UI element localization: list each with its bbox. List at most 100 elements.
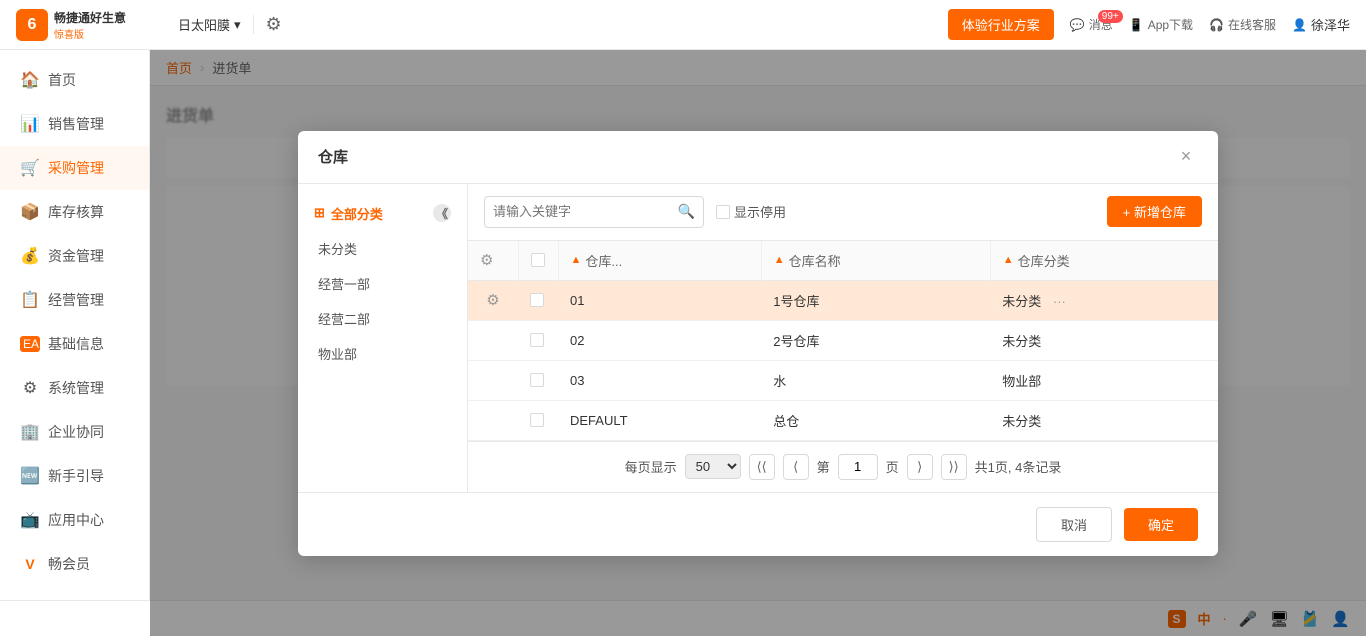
search-input-wrap: 🔍 (484, 196, 704, 228)
th-code: ▲ 仓库... (558, 241, 761, 281)
store-selector[interactable]: 日太阳膜 ▾ (166, 15, 254, 34)
data-table: ⚙ ▲ 仓库... (468, 241, 1218, 441)
finance-icon: 💰 (20, 246, 40, 266)
app-center-icon: 📺 (20, 510, 40, 530)
row-checkbox-4 (518, 400, 558, 440)
select-all-checkbox[interactable] (531, 253, 545, 267)
th-name: ▲ 仓库名称 (761, 241, 990, 281)
table-head: ⚙ ▲ 仓库... (468, 241, 1218, 281)
search-icon[interactable]: 🔍 (678, 203, 695, 220)
confirm-button[interactable]: 确定 (1124, 508, 1198, 541)
app-download-btn[interactable]: 📱 App下载 (1129, 16, 1193, 33)
sidebar-item-member[interactable]: V 畅会员 (0, 542, 149, 586)
category-item-uncategorized[interactable]: 未分类 (298, 231, 467, 266)
sidebar-item-finance[interactable]: 💰 资金管理 (0, 234, 149, 278)
purchase-icon: 🛒 (20, 158, 40, 178)
logo-icon: 6 (16, 9, 48, 41)
sidebar: 🏠 首页 📊 销售管理 🛒 采购管理 📦 库存核算 💰 资金管理 📋 经营管理 … (0, 50, 150, 636)
sidebar-item-guide[interactable]: 🆕 新手引导 (0, 454, 149, 498)
system-icon: ⚙ (20, 378, 40, 398)
enterprise-icon: 🏢 (20, 422, 40, 442)
customer-service-btn[interactable]: 🎧 在线客服 (1209, 16, 1276, 33)
table-panel: 🔍 显示停用 + 新增仓库 (468, 184, 1218, 492)
table-row[interactable]: ⚙ 01 1号仓库 未分类 ··· (468, 280, 1218, 320)
modal-close-button[interactable]: × (1174, 145, 1198, 169)
logo-area: 6 畅捷通好生意 惊喜版 (16, 9, 166, 41)
row-category-2: 未分类 (990, 320, 1218, 360)
table-body: ⚙ 01 1号仓库 未分类 ··· (468, 280, 1218, 440)
table-toolbar: 🔍 显示停用 + 新增仓库 (468, 184, 1218, 241)
per-page-select[interactable]: 50 100 200 (685, 454, 741, 479)
operations-icon: 📋 (20, 290, 40, 310)
prev-page-button[interactable]: ⟨ (783, 454, 809, 480)
cancel-button[interactable]: 取消 (1036, 507, 1112, 542)
sidebar-item-enterprise[interactable]: 🏢 企业协同 (0, 410, 149, 454)
modal-header: 仓库 × (298, 131, 1218, 184)
inventory-icon: 📦 (20, 202, 40, 222)
sidebar-item-home[interactable]: 🏠 首页 (0, 58, 149, 102)
header-icon-group: 💬 消息 99+ 📱 App下载 🎧 在线客服 👤 徐泽华 (1070, 15, 1350, 34)
main-layout: 🏠 首页 📊 销售管理 🛒 采购管理 📦 库存核算 💰 资金管理 📋 经营管理 … (0, 50, 1366, 636)
next-page-button[interactable]: ⟩ (907, 454, 933, 480)
sidebar-item-basic-info[interactable]: EA 基础信息 (0, 322, 149, 366)
row-checkbox-3 (518, 360, 558, 400)
show-disabled-checkbox[interactable] (716, 205, 730, 219)
sidebar-item-app-center[interactable]: 📺 应用中心 (0, 498, 149, 542)
row-code-3: 03 (558, 360, 761, 400)
row-name-2: 2号仓库 (761, 320, 990, 360)
modal-overlay: 仓库 × ⊞ 全部分类 《 未分类 (150, 50, 1366, 636)
th-settings: ⚙ (468, 241, 518, 281)
logo-text: 畅捷通好生意 惊喜版 (54, 9, 126, 41)
first-page-button[interactable]: ⟨⟨ (749, 454, 775, 480)
guide-icon: 🆕 (20, 466, 40, 486)
table-row[interactable]: DEFAULT 总仓 未分类 (468, 400, 1218, 440)
home-icon: 🏠 (20, 70, 40, 90)
user-avatar[interactable]: 👤 徐泽华 (1292, 15, 1350, 34)
member-icon: V (20, 556, 40, 572)
collapse-button[interactable]: 《 (433, 204, 451, 222)
page-number-input[interactable] (838, 454, 878, 480)
category-item-ops2[interactable]: 经营二部 (298, 301, 467, 336)
row-code-2: 02 (558, 320, 761, 360)
row-code-1: 01 (558, 280, 761, 320)
basic-info-icon: EA (20, 336, 40, 352)
top-header: 6 畅捷通好生意 惊喜版 日太阳膜 ▾ ⚙ 体验行业方案 💬 消息 99+ 📱 … (0, 0, 1366, 50)
category-item-property[interactable]: 物业部 (298, 336, 467, 371)
sales-icon: 📊 (20, 114, 40, 134)
modal-body: ⊞ 全部分类 《 未分类 经营一部 经营二部 (298, 184, 1218, 492)
category-item-ops1[interactable]: 经营一部 (298, 266, 467, 301)
row-name-1: 1号仓库 (761, 280, 990, 320)
add-warehouse-button[interactable]: + 新增仓库 (1107, 196, 1202, 227)
show-disabled-label[interactable]: 显示停用 (716, 202, 786, 221)
row-checkbox-1 (518, 280, 558, 320)
row-category-3: 物业部 (990, 360, 1218, 400)
header-actions: 体验行业方案 💬 消息 99+ 📱 App下载 🎧 在线客服 👤 徐泽华 (948, 9, 1350, 40)
last-page-button[interactable]: ⟩⟩ (941, 454, 967, 480)
category-all[interactable]: ⊞ 全部分类 《 (298, 196, 467, 231)
modal-footer: 取消 确定 (298, 492, 1218, 556)
sidebar-item-sales[interactable]: 📊 销售管理 (0, 102, 149, 146)
search-input[interactable] (493, 204, 678, 219)
settings-btn[interactable]: ⚙ (266, 14, 282, 35)
trial-button[interactable]: 体验行业方案 (948, 9, 1054, 40)
column-settings-icon[interactable]: ⚙ (480, 252, 493, 269)
row-settings-2 (468, 320, 518, 360)
sidebar-item-system[interactable]: ⚙ 系统管理 (0, 366, 149, 410)
th-checkbox (518, 241, 558, 281)
sidebar-item-purchase[interactable]: 🛒 采购管理 (0, 146, 149, 190)
sidebar-item-operations[interactable]: 📋 经营管理 (0, 278, 149, 322)
warehouse-table: ⚙ ▲ 仓库... (468, 241, 1218, 441)
sidebar-item-inventory[interactable]: 📦 库存核算 (0, 190, 149, 234)
row-code-4: DEFAULT (558, 400, 761, 440)
th-category: ▲ 仓库分类 (990, 241, 1218, 281)
warehouse-modal: 仓库 × ⊞ 全部分类 《 未分类 (298, 131, 1218, 556)
table-row[interactable]: 03 水 物业部 (468, 360, 1218, 400)
row-name-3: 水 (761, 360, 990, 400)
category-panel: ⊞ 全部分类 《 未分类 经营一部 经营二部 (298, 184, 468, 492)
message-btn[interactable]: 💬 消息 99+ (1070, 16, 1113, 33)
table-row[interactable]: 02 2号仓库 未分类 (468, 320, 1218, 360)
row-checkbox-2 (518, 320, 558, 360)
content-area: 首页 › 进货单 进货单 仓库 × ⊞ (150, 50, 1366, 636)
row-category-1: 未分类 ··· (990, 280, 1218, 320)
row-settings-4 (468, 400, 518, 440)
